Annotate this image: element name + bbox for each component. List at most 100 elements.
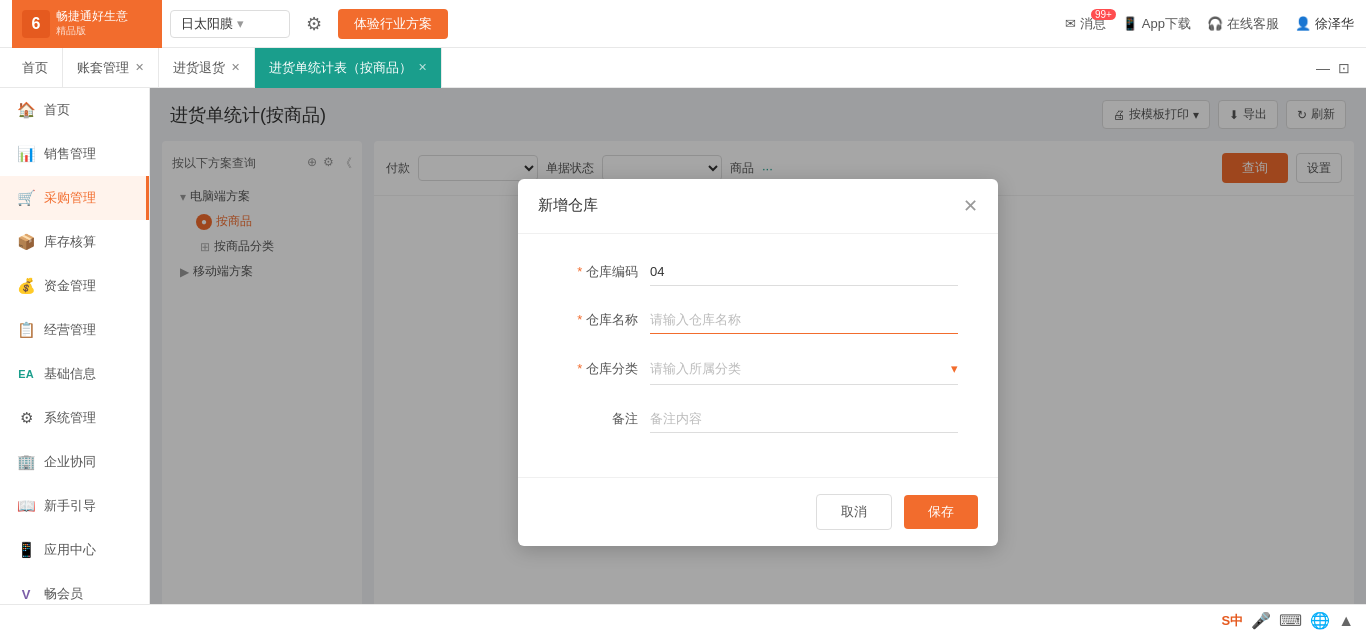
user-name: 徐泽华 bbox=[1315, 15, 1354, 33]
cancel-button[interactable]: 取消 bbox=[816, 494, 892, 530]
purchase-return-tab-close-icon[interactable]: ✕ bbox=[231, 61, 240, 74]
app-download-label: App下载 bbox=[1142, 15, 1191, 33]
sidebar-item-system[interactable]: ⚙ 系统管理 bbox=[0, 396, 149, 440]
top-header: 6 畅捷通好生意 精品版 日太阳膜 ▾ ⚙ 体验行业方案 ✉ 消息 99+ 📱 … bbox=[0, 0, 1366, 48]
content-area: 进货单统计(按商品) 🖨 按模板打印 ▾ ⬇ 导出 ↻ 刷新 bbox=[150, 88, 1366, 636]
main-layout: 🏠 首页 📊 销售管理 🛒 采购管理 📦 库存核算 💰 资金管理 📋 经营管理 … bbox=[0, 88, 1366, 636]
sidebar-item-enterprise[interactable]: 🏢 企业协同 bbox=[0, 440, 149, 484]
sidebar-label-guide: 新手引导 bbox=[44, 497, 96, 515]
app-download-item[interactable]: 📱 App下载 bbox=[1122, 15, 1191, 33]
messages-item[interactable]: ✉ 消息 99+ bbox=[1065, 15, 1106, 33]
tab-home[interactable]: 首页 bbox=[8, 48, 63, 88]
up-arrow-icon[interactable]: ▲ bbox=[1338, 612, 1354, 630]
form-row-type: 仓库分类 请输入所属分类 ▾ bbox=[558, 354, 958, 385]
tab-purchase-stats[interactable]: 进货单统计表（按商品） ✕ bbox=[255, 48, 442, 88]
accounts-tab-label: 账套管理 bbox=[77, 59, 129, 77]
settings-icon[interactable]: ⚙ bbox=[298, 8, 330, 40]
shurufa-icon[interactable]: S中 bbox=[1221, 612, 1243, 630]
vip-icon: V bbox=[16, 584, 36, 604]
user-avatar-icon: 👤 bbox=[1295, 16, 1311, 31]
guide-icon: 📖 bbox=[16, 496, 36, 516]
sales-icon: 📊 bbox=[16, 144, 36, 164]
note-input[interactable] bbox=[650, 405, 958, 433]
sidebar-item-home[interactable]: 🏠 首页 bbox=[0, 88, 149, 132]
sidebar: 🏠 首页 📊 销售管理 🛒 采购管理 📦 库存核算 💰 资金管理 📋 经营管理 … bbox=[0, 88, 150, 636]
tab-purchase-return[interactable]: 进货退货 ✕ bbox=[159, 48, 255, 88]
store-name: 日太阳膜 bbox=[181, 15, 233, 33]
save-button[interactable]: 保存 bbox=[904, 495, 978, 529]
sidebar-label-operations: 经营管理 bbox=[44, 321, 96, 339]
brand-name: 畅捷通好生意 bbox=[56, 9, 128, 25]
trial-button[interactable]: 体验行业方案 bbox=[338, 9, 448, 39]
dialog-footer: 取消 保存 bbox=[518, 477, 998, 546]
dialog-header: 新增仓库 ✕ bbox=[518, 179, 998, 234]
add-warehouse-dialog: 新增仓库 ✕ 仓库编码 仓库名称 仓库分类 请输入 bbox=[518, 179, 998, 546]
dialog-body: 仓库编码 仓库名称 仓库分类 请输入所属分类 ▾ bbox=[518, 234, 998, 477]
sidebar-item-guide[interactable]: 📖 新手引导 bbox=[0, 484, 149, 528]
dialog-close-icon[interactable]: ✕ bbox=[963, 195, 978, 217]
sidebar-item-inventory[interactable]: 📦 库存核算 bbox=[0, 220, 149, 264]
header-right: ✉ 消息 99+ 📱 App下载 🎧 在线客服 👤 徐泽华 bbox=[1065, 15, 1354, 33]
dialog-title: 新增仓库 bbox=[538, 196, 598, 215]
headset-icon: 🎧 bbox=[1207, 16, 1223, 31]
sidebar-item-purchase[interactable]: 🛒 采购管理 bbox=[0, 176, 149, 220]
sidebar-label-apps: 应用中心 bbox=[44, 541, 96, 559]
logo-area: 6 畅捷通好生意 精品版 bbox=[12, 0, 162, 48]
online-service-item[interactable]: 🎧 在线客服 bbox=[1207, 15, 1279, 33]
tab-maximize-icon[interactable]: ⊡ bbox=[1338, 60, 1350, 76]
sidebar-label-basics: 基础信息 bbox=[44, 365, 96, 383]
accounts-tab-close-icon[interactable]: ✕ bbox=[135, 61, 144, 74]
user-item[interactable]: 👤 徐泽华 bbox=[1295, 15, 1354, 33]
messages-badge: 99+ bbox=[1091, 9, 1116, 20]
tab-accounts[interactable]: 账套管理 ✕ bbox=[63, 48, 159, 88]
code-label: 仓库编码 bbox=[558, 263, 638, 281]
sidebar-label-home: 首页 bbox=[44, 101, 70, 119]
finance-icon: 💰 bbox=[16, 276, 36, 296]
brand-text: 畅捷通好生意 精品版 bbox=[56, 9, 128, 39]
type-placeholder: 请输入所属分类 bbox=[650, 360, 741, 378]
name-label: 仓库名称 bbox=[558, 311, 638, 329]
system-icon: ⚙ bbox=[16, 408, 36, 428]
microphone-icon[interactable]: 🎤 bbox=[1251, 611, 1271, 630]
brand-edition: 精品版 bbox=[56, 24, 128, 38]
sidebar-item-apps[interactable]: 📱 应用中心 bbox=[0, 528, 149, 572]
online-service-label: 在线客服 bbox=[1227, 15, 1279, 33]
type-arrow-icon: ▾ bbox=[951, 361, 958, 376]
home-tab-label: 首页 bbox=[22, 59, 48, 77]
name-input[interactable] bbox=[650, 306, 958, 334]
tab-controls: — ⊡ bbox=[1316, 60, 1358, 76]
sidebar-label-system: 系统管理 bbox=[44, 409, 96, 427]
operations-icon: 📋 bbox=[16, 320, 36, 340]
store-arrow-icon: ▾ bbox=[237, 16, 244, 31]
apps-icon: 📱 bbox=[16, 540, 36, 560]
bottom-bar: S中 🎤 ⌨ 🌐 ▲ bbox=[0, 604, 1366, 636]
keyboard-icon[interactable]: ⌨ bbox=[1279, 611, 1302, 630]
sidebar-label-purchase: 采购管理 bbox=[44, 189, 96, 207]
message-icon: ✉ bbox=[1065, 16, 1076, 31]
purchase-icon: 🛒 bbox=[16, 188, 36, 208]
type-select[interactable]: 请输入所属分类 ▾ bbox=[650, 354, 958, 385]
purchase-stats-tab-label: 进货单统计表（按商品） bbox=[269, 59, 412, 77]
sidebar-label-finance: 资金管理 bbox=[44, 277, 96, 295]
note-label: 备注 bbox=[558, 410, 638, 428]
sidebar-item-sales[interactable]: 📊 销售管理 bbox=[0, 132, 149, 176]
type-label: 仓库分类 bbox=[558, 360, 638, 378]
phone-icon: 📱 bbox=[1122, 16, 1138, 31]
sidebar-label-sales: 销售管理 bbox=[44, 145, 96, 163]
form-row-note: 备注 bbox=[558, 405, 958, 433]
inventory-icon: 📦 bbox=[16, 232, 36, 252]
code-input[interactable] bbox=[650, 258, 958, 286]
enterprise-icon: 🏢 bbox=[16, 452, 36, 472]
sidebar-label-enterprise: 企业协同 bbox=[44, 453, 96, 471]
store-selector[interactable]: 日太阳膜 ▾ bbox=[170, 10, 290, 38]
purchase-stats-tab-close-icon[interactable]: ✕ bbox=[418, 61, 427, 74]
tab-minimize-icon[interactable]: — bbox=[1316, 60, 1330, 76]
form-row-name: 仓库名称 bbox=[558, 306, 958, 334]
sidebar-item-operations[interactable]: 📋 经营管理 bbox=[0, 308, 149, 352]
sidebar-item-finance[interactable]: 💰 资金管理 bbox=[0, 264, 149, 308]
language-icon[interactable]: 🌐 bbox=[1310, 611, 1330, 630]
sidebar-label-inventory: 库存核算 bbox=[44, 233, 96, 251]
purchase-return-tab-label: 进货退货 bbox=[173, 59, 225, 77]
sidebar-item-basics[interactable]: EA 基础信息 bbox=[0, 352, 149, 396]
logo-icon: 6 bbox=[22, 10, 50, 38]
